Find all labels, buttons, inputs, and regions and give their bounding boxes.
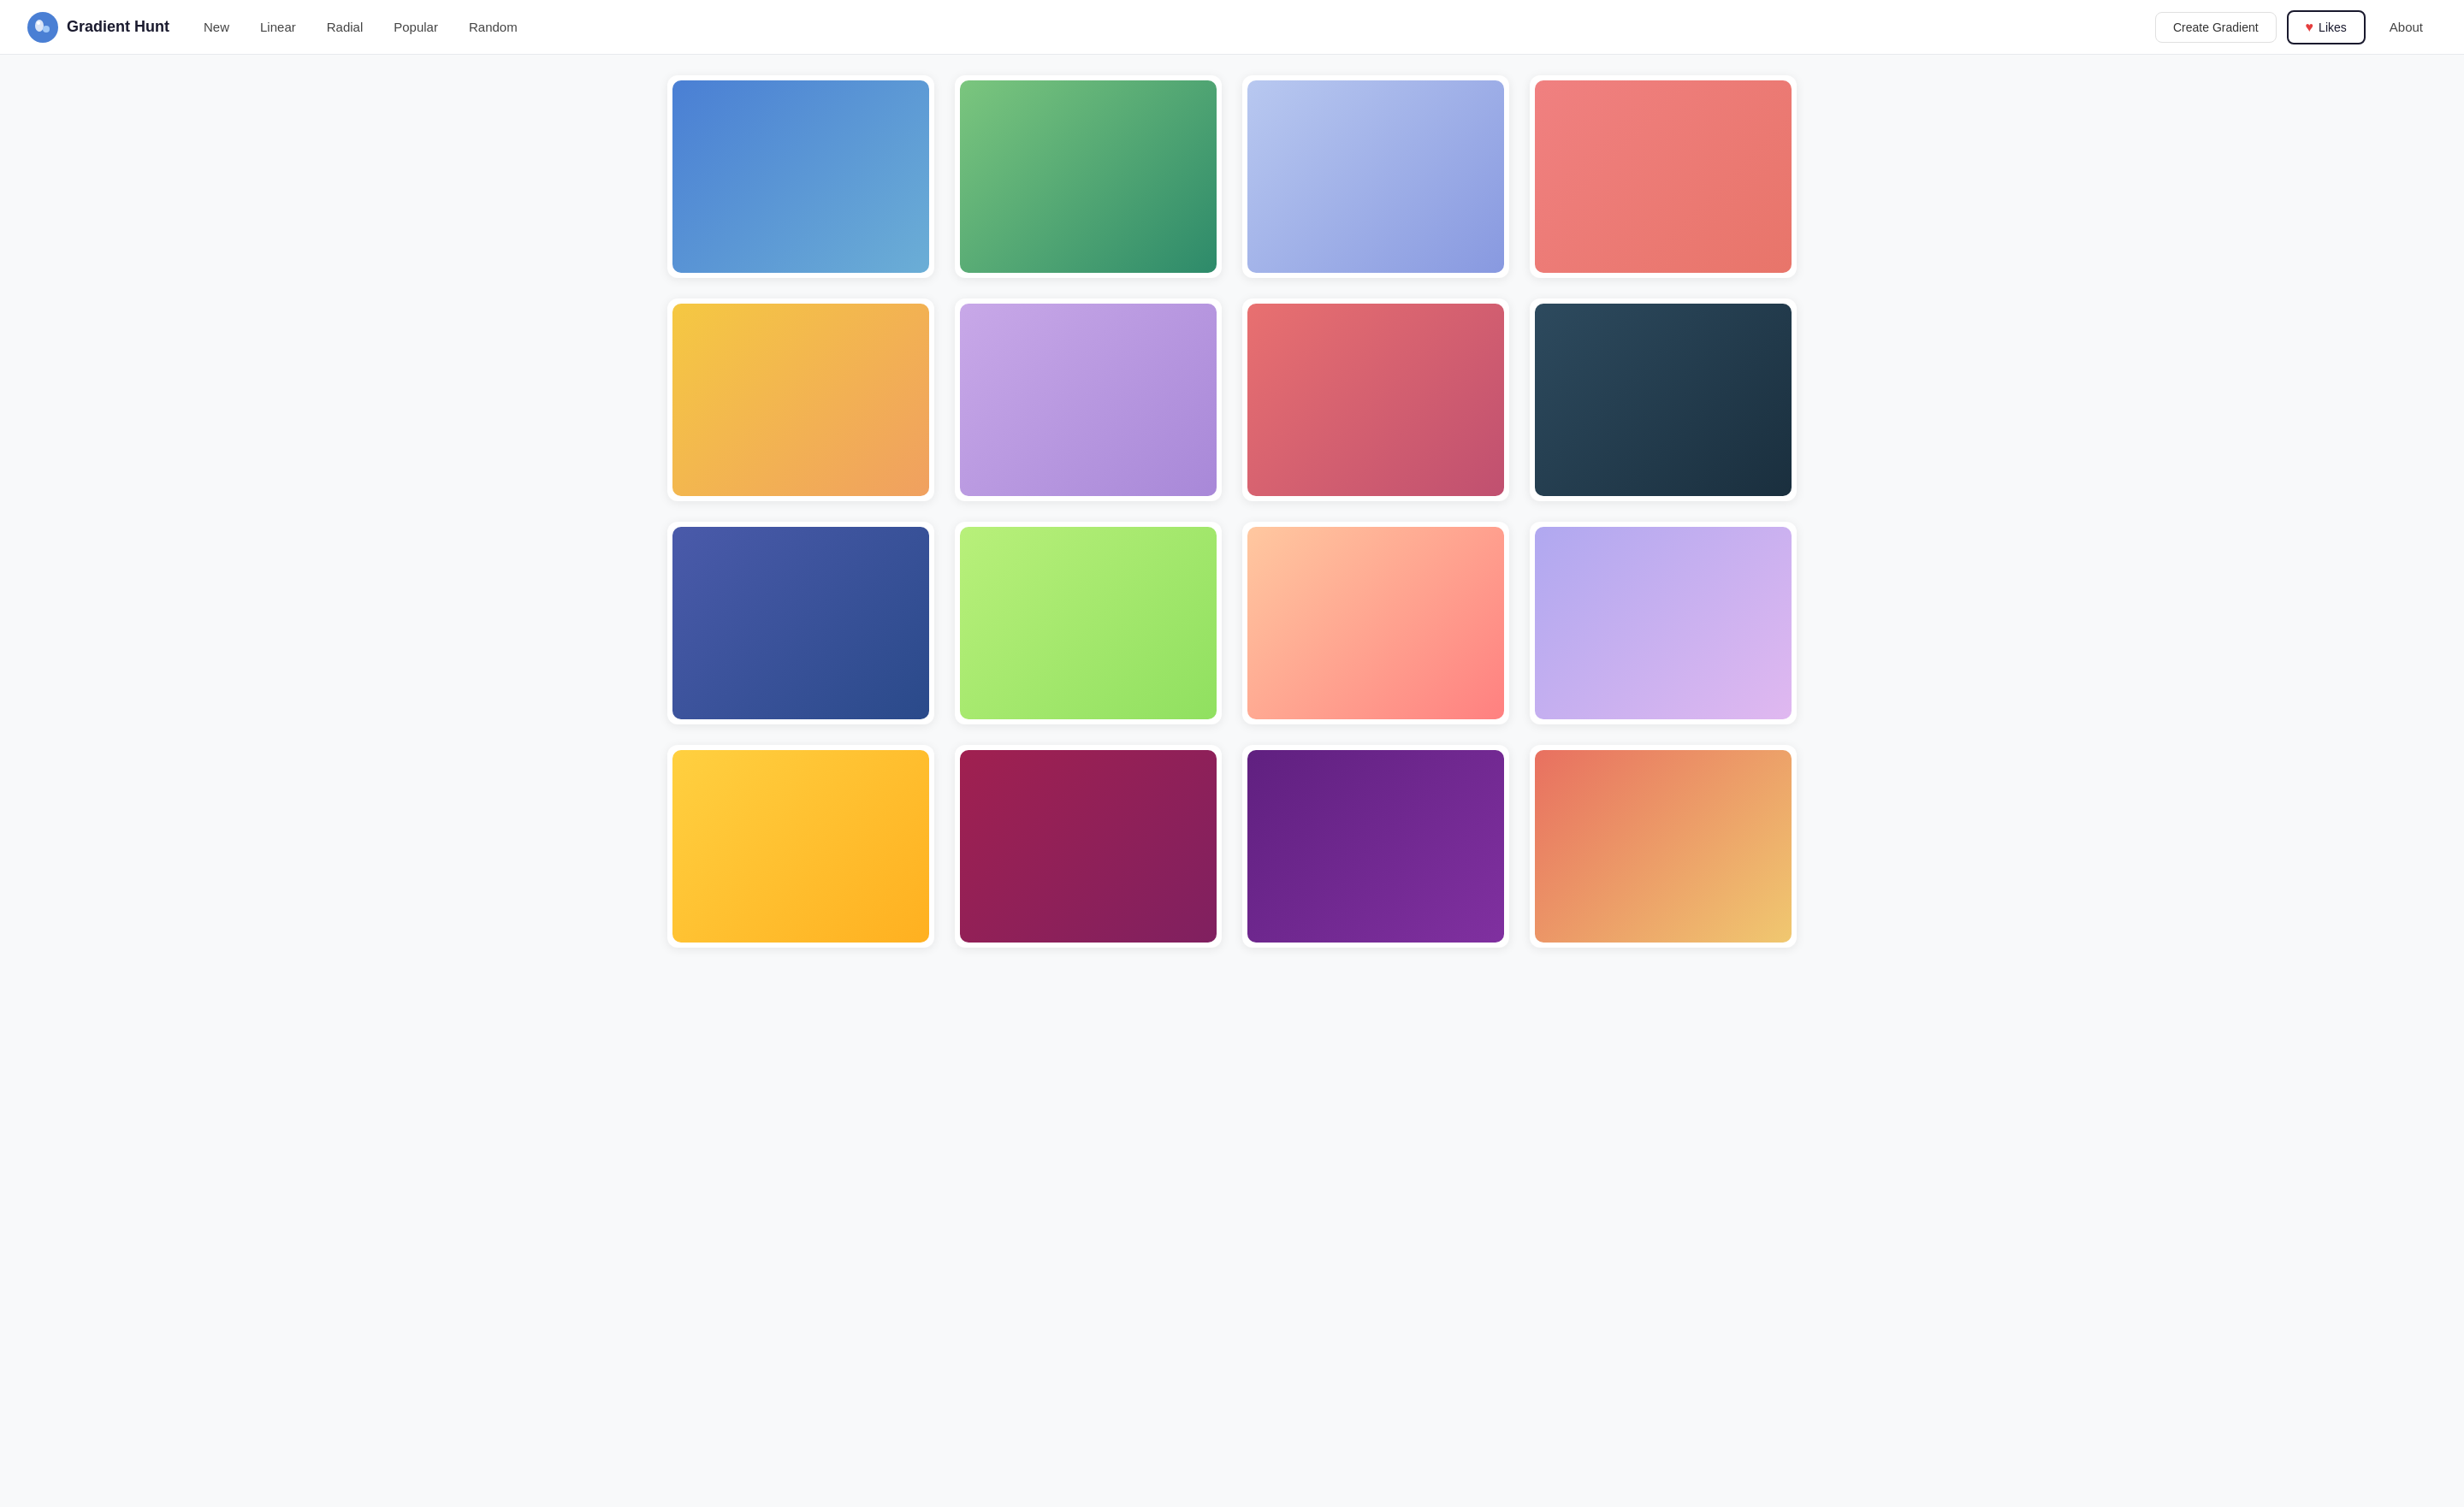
gradient-swatch — [1247, 304, 1504, 496]
gradient-card[interactable] — [1242, 75, 1509, 278]
main-content — [633, 55, 1831, 968]
logo-icon — [27, 12, 58, 43]
gradient-card[interactable] — [1530, 75, 1797, 278]
gradient-card[interactable] — [955, 522, 1222, 724]
gradient-swatch — [960, 750, 1217, 943]
gradient-swatch — [960, 527, 1217, 719]
gradient-card[interactable] — [955, 298, 1222, 501]
likes-label: Likes — [2319, 21, 2347, 34]
gradient-card[interactable] — [1242, 522, 1509, 724]
gradient-card[interactable] — [1530, 298, 1797, 501]
nav-radial[interactable]: Radial — [313, 13, 377, 41]
gradient-card[interactable] — [667, 75, 934, 278]
gradient-card[interactable] — [1530, 522, 1797, 724]
svg-point-3 — [37, 21, 40, 25]
svg-point-2 — [43, 26, 50, 33]
about-button[interactable]: About — [2376, 13, 2437, 41]
gradient-swatch — [960, 304, 1217, 496]
gradient-swatch — [672, 527, 929, 719]
nav-random[interactable]: Random — [455, 13, 531, 41]
logo-text: Gradient Hunt — [67, 18, 169, 36]
header-right: Create Gradient ♥ Likes About — [2155, 10, 2437, 44]
gradient-card[interactable] — [1242, 298, 1509, 501]
likes-button[interactable]: ♥ Likes — [2287, 10, 2366, 44]
gradient-card[interactable] — [667, 298, 934, 501]
gradient-card[interactable] — [667, 522, 934, 724]
gradient-swatch — [672, 750, 929, 943]
header-left: Gradient Hunt New Linear Radial Popular … — [27, 12, 531, 43]
create-gradient-button[interactable]: Create Gradient — [2155, 12, 2277, 43]
main-nav: New Linear Radial Popular Random — [190, 13, 531, 41]
gradient-swatch — [1247, 750, 1504, 943]
gradient-swatch — [672, 304, 929, 496]
gradient-card[interactable] — [667, 745, 934, 948]
nav-new[interactable]: New — [190, 13, 243, 41]
gradient-card[interactable] — [955, 745, 1222, 948]
gradient-swatch — [1247, 527, 1504, 719]
nav-linear[interactable]: Linear — [246, 13, 310, 41]
gradient-swatch — [1535, 527, 1792, 719]
site-header: Gradient Hunt New Linear Radial Popular … — [0, 0, 2464, 55]
svg-point-1 — [35, 20, 44, 32]
gradient-swatch — [960, 80, 1217, 273]
gradient-card[interactable] — [955, 75, 1222, 278]
gradient-card[interactable] — [1530, 745, 1797, 948]
gradient-swatch — [1535, 80, 1792, 273]
gradient-swatch — [672, 80, 929, 273]
heart-icon: ♥ — [2306, 20, 2314, 35]
gradient-swatch — [1247, 80, 1504, 273]
gradient-swatch — [1535, 304, 1792, 496]
gradient-card[interactable] — [1242, 745, 1509, 948]
gradient-grid — [667, 75, 1797, 948]
gradient-swatch — [1535, 750, 1792, 943]
nav-popular[interactable]: Popular — [380, 13, 452, 41]
logo[interactable]: Gradient Hunt — [27, 12, 169, 43]
